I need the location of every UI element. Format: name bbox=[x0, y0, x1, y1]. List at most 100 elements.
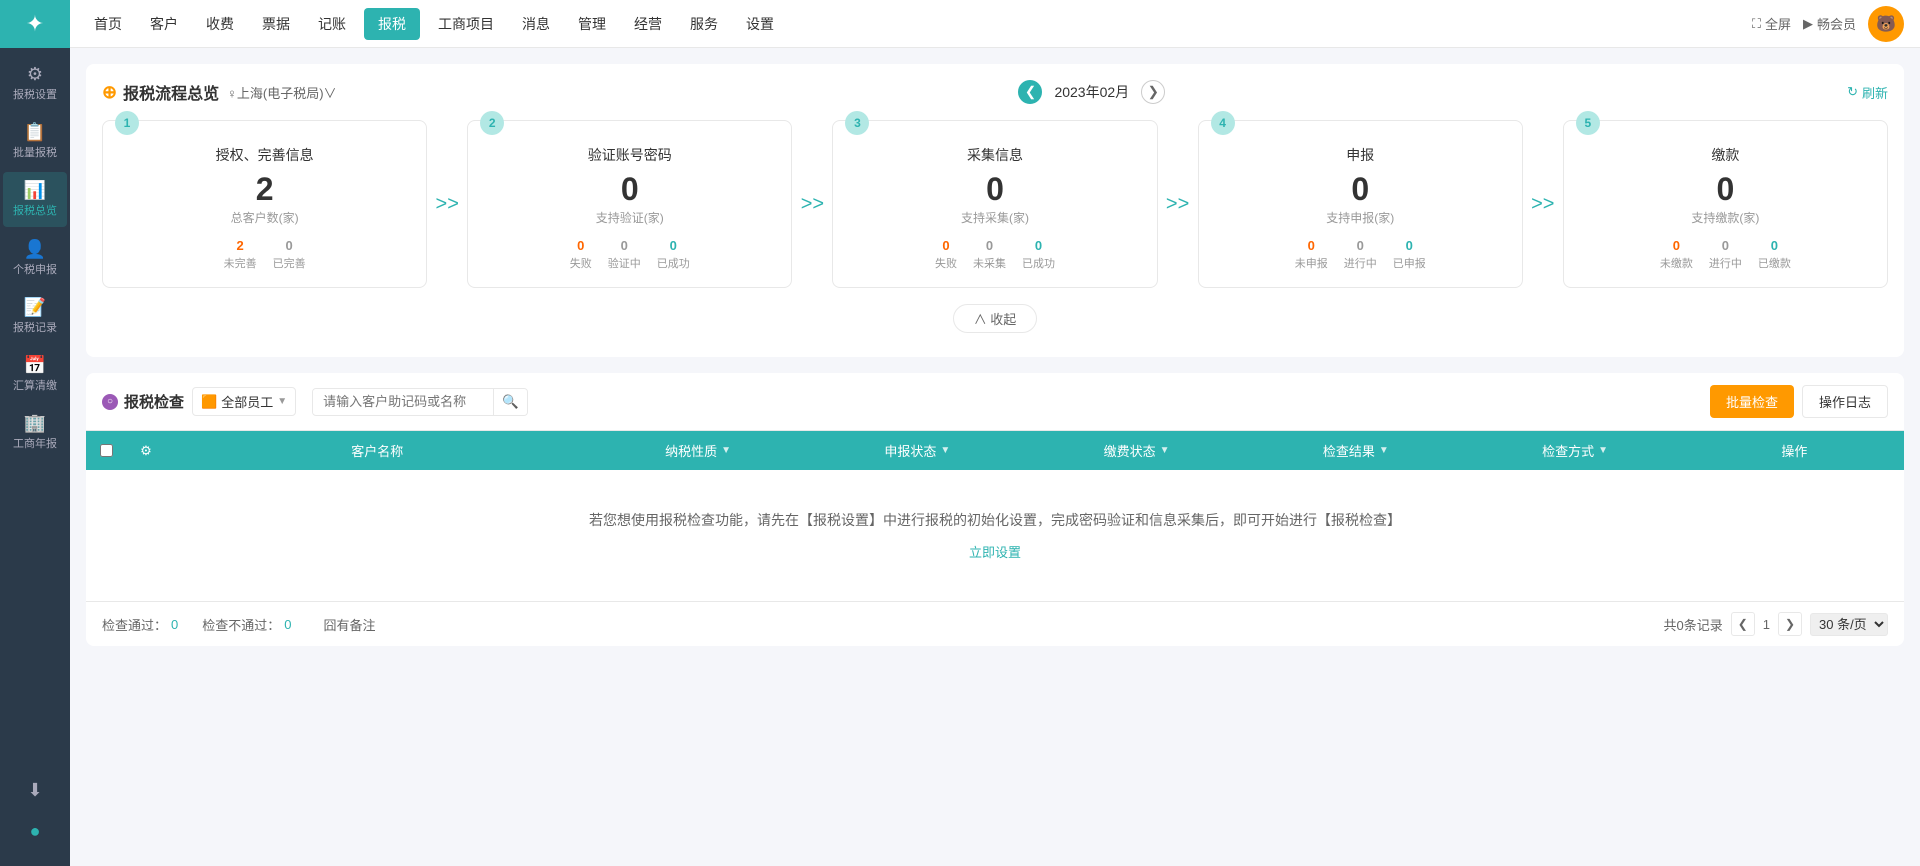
step4-stat-1[interactable]: 0 进行中 bbox=[1344, 238, 1377, 271]
location-tag[interactable]: ♀上海(电子税局)∨ bbox=[227, 83, 336, 102]
step1-stat0-num: 2 bbox=[236, 238, 243, 253]
step3-stat0-label: 失败 bbox=[935, 255, 957, 271]
th-checkbox[interactable] bbox=[86, 434, 126, 467]
select-all-checkbox[interactable] bbox=[100, 444, 113, 457]
fail-label: 检查不通过： bbox=[202, 615, 280, 634]
step5-stat-2[interactable]: 0 已缴款 bbox=[1758, 238, 1791, 271]
nav-item-operation[interactable]: 经营 bbox=[620, 0, 676, 48]
step1-stat-1[interactable]: 0 已完善 bbox=[273, 238, 306, 271]
step5-stat-1[interactable]: 0 进行中 bbox=[1709, 238, 1742, 271]
step1-number: 2 bbox=[119, 173, 410, 205]
annual-report-icon: 🏢 bbox=[24, 413, 46, 434]
download-icon: ⬇ bbox=[27, 780, 42, 801]
search-input[interactable] bbox=[313, 389, 493, 414]
step5-stat-0[interactable]: 0 未缴款 bbox=[1660, 238, 1693, 271]
tax-records-icon: 📝 bbox=[24, 297, 46, 318]
search-button[interactable]: 🔍 bbox=[493, 389, 527, 415]
step4-stat2-num: 0 bbox=[1406, 238, 1413, 253]
sidebar: ⚙ 报税设置 📋 批量报税 📊 报税总览 👤 个税申报 📝 报税记录 📅 汇算清… bbox=[0, 48, 70, 866]
main-layout: ⚙ 报税设置 📋 批量报税 📊 报税总览 👤 个税申报 📝 报税记录 📅 汇算清… bbox=[0, 48, 1920, 866]
step2-stats: 0 失败 0 验证中 0 已成功 bbox=[484, 238, 775, 271]
th-declare-label: 申报状态 bbox=[884, 441, 936, 460]
nav-item-accounting[interactable]: 记账 bbox=[304, 0, 360, 48]
step5-number: 0 bbox=[1580, 173, 1871, 205]
th-tax-nature[interactable]: 纳税性质 ▼ bbox=[589, 431, 808, 470]
step3-stat-2[interactable]: 0 已成功 bbox=[1022, 238, 1055, 271]
step4-stat0-label: 未申报 bbox=[1295, 255, 1328, 271]
step3-stats: 0 失败 0 未采集 0 已成功 bbox=[849, 238, 1140, 271]
th-declare-status[interactable]: 申报状态 ▼ bbox=[808, 431, 1027, 470]
fullscreen-button[interactable]: ⛶ 全屏 bbox=[1752, 14, 1791, 33]
step4-stat-2[interactable]: 0 已申报 bbox=[1393, 238, 1426, 271]
th-payment-status[interactable]: 缴费状态 ▼ bbox=[1027, 431, 1246, 470]
step5-stat2-num: 0 bbox=[1771, 238, 1778, 253]
step1-stats: 2 未完善 0 已完善 bbox=[119, 238, 410, 271]
footer-note: 囧有备注 bbox=[324, 615, 376, 634]
sidebar-item-annual-report[interactable]: 🏢 工商年报 bbox=[3, 405, 67, 459]
step1-stat-0[interactable]: 2 未完善 bbox=[224, 238, 257, 271]
step1-stat1-num: 0 bbox=[285, 238, 292, 253]
check-title-icon: ○ bbox=[102, 394, 118, 410]
total-records: 共0条记录 bbox=[1664, 615, 1723, 634]
employee-select[interactable]: 🟧 全部员工 ▼ bbox=[192, 387, 296, 416]
nav-item-message[interactable]: 消息 bbox=[508, 0, 564, 48]
nav-item-home[interactable]: 首页 bbox=[80, 0, 136, 48]
nav-item-settings[interactable]: 设置 bbox=[732, 0, 788, 48]
next-page-button[interactable]: ❯ bbox=[1778, 612, 1802, 636]
panel-header-row: ⊕ 报税流程总览 ♀上海(电子税局)∨ ❮ 2023年02月 ❯ ↻ 刷新 bbox=[102, 80, 1888, 104]
step-badge-3: 3 bbox=[845, 111, 869, 135]
arrow-icon-4: >> bbox=[1531, 193, 1554, 216]
nav-item-billing[interactable]: 收费 bbox=[192, 0, 248, 48]
sidebar-item-tax-settings[interactable]: ⚙ 报税设置 bbox=[3, 56, 67, 110]
step2-sub: 支持验证(家) bbox=[484, 209, 775, 226]
nav-item-invoice[interactable]: 票据 bbox=[248, 0, 304, 48]
nav-item-customer[interactable]: 客户 bbox=[136, 0, 192, 48]
th-gear[interactable]: ⚙ bbox=[126, 433, 166, 469]
step4-stat-0[interactable]: 0 未申报 bbox=[1295, 238, 1328, 271]
logo-area: ✦ bbox=[0, 0, 70, 48]
step4-number: 0 bbox=[1215, 173, 1506, 205]
refresh-button[interactable]: ↻ 刷新 bbox=[1847, 83, 1888, 102]
sidebar-item-tax-overview[interactable]: 📊 报税总览 bbox=[3, 172, 67, 226]
nav-item-service[interactable]: 服务 bbox=[676, 0, 732, 48]
collapse-bar: ∧ 收起 bbox=[102, 304, 1888, 333]
prev-page-button[interactable]: ❮ bbox=[1731, 612, 1755, 636]
step-badge-5: 5 bbox=[1576, 111, 1600, 135]
next-month-button[interactable]: ❯ bbox=[1141, 80, 1165, 104]
step3-stat-0[interactable]: 0 失败 bbox=[935, 238, 957, 271]
logo-icon: ✦ bbox=[26, 11, 44, 37]
operation-log-button[interactable]: 操作日志 bbox=[1802, 385, 1888, 418]
th-check-result[interactable]: 检查结果 ▼ bbox=[1246, 431, 1465, 470]
check-footer: 检查通过： 0 检查不通过： 0 囧有备注 共0条记录 ❮ 1 ❯ 30 条/页 bbox=[86, 601, 1904, 646]
step2-stat0-num: 0 bbox=[577, 238, 584, 253]
step3-stat-1[interactable]: 0 未采集 bbox=[973, 238, 1006, 271]
pass-count-link[interactable]: 0 bbox=[171, 617, 178, 632]
prev-month-button[interactable]: ❮ bbox=[1018, 80, 1042, 104]
sidebar-item-tax-records[interactable]: 📝 报税记录 bbox=[3, 289, 67, 343]
batch-check-button[interactable]: 批量检查 bbox=[1710, 385, 1794, 418]
sidebar-location[interactable]: ● bbox=[3, 813, 67, 850]
collapse-button[interactable]: ∧ 收起 bbox=[953, 304, 1038, 333]
step2-stat-1[interactable]: 0 验证中 bbox=[608, 238, 641, 271]
set-link[interactable]: 立即设置 bbox=[589, 542, 1401, 561]
nav-item-business[interactable]: 工商项目 bbox=[424, 0, 508, 48]
fail-count-link[interactable]: 0 bbox=[284, 617, 291, 632]
th-check-method[interactable]: 检查方式 ▼ bbox=[1466, 431, 1685, 470]
nav-item-manage[interactable]: 管理 bbox=[564, 0, 620, 48]
step-badge-2: 2 bbox=[480, 111, 504, 135]
step2-stat-0[interactable]: 0 失败 bbox=[570, 238, 592, 271]
sidebar-label-settlement: 汇算清缴 bbox=[13, 380, 57, 393]
avatar[interactable]: 🐻 bbox=[1868, 6, 1904, 42]
sidebar-download[interactable]: ⬇ bbox=[3, 772, 67, 809]
employee-icon: 🟧 bbox=[201, 394, 217, 410]
sidebar-item-batch-tax[interactable]: 📋 批量报税 bbox=[3, 114, 67, 168]
step2-stat-2[interactable]: 0 已成功 bbox=[657, 238, 690, 271]
step4-stat0-num: 0 bbox=[1308, 238, 1315, 253]
member-button[interactable]: ▶ 畅会员 bbox=[1803, 14, 1856, 33]
nav-item-tax[interactable]: 报税 bbox=[364, 8, 420, 40]
step4-stat1-num: 0 bbox=[1357, 238, 1364, 253]
sidebar-item-individual-tax[interactable]: 👤 个税申报 bbox=[3, 231, 67, 285]
page-size-select[interactable]: 30 条/页 bbox=[1810, 613, 1888, 636]
sidebar-item-settlement[interactable]: 📅 汇算清缴 bbox=[3, 347, 67, 401]
check-title: ○ 报税检查 bbox=[102, 391, 184, 412]
